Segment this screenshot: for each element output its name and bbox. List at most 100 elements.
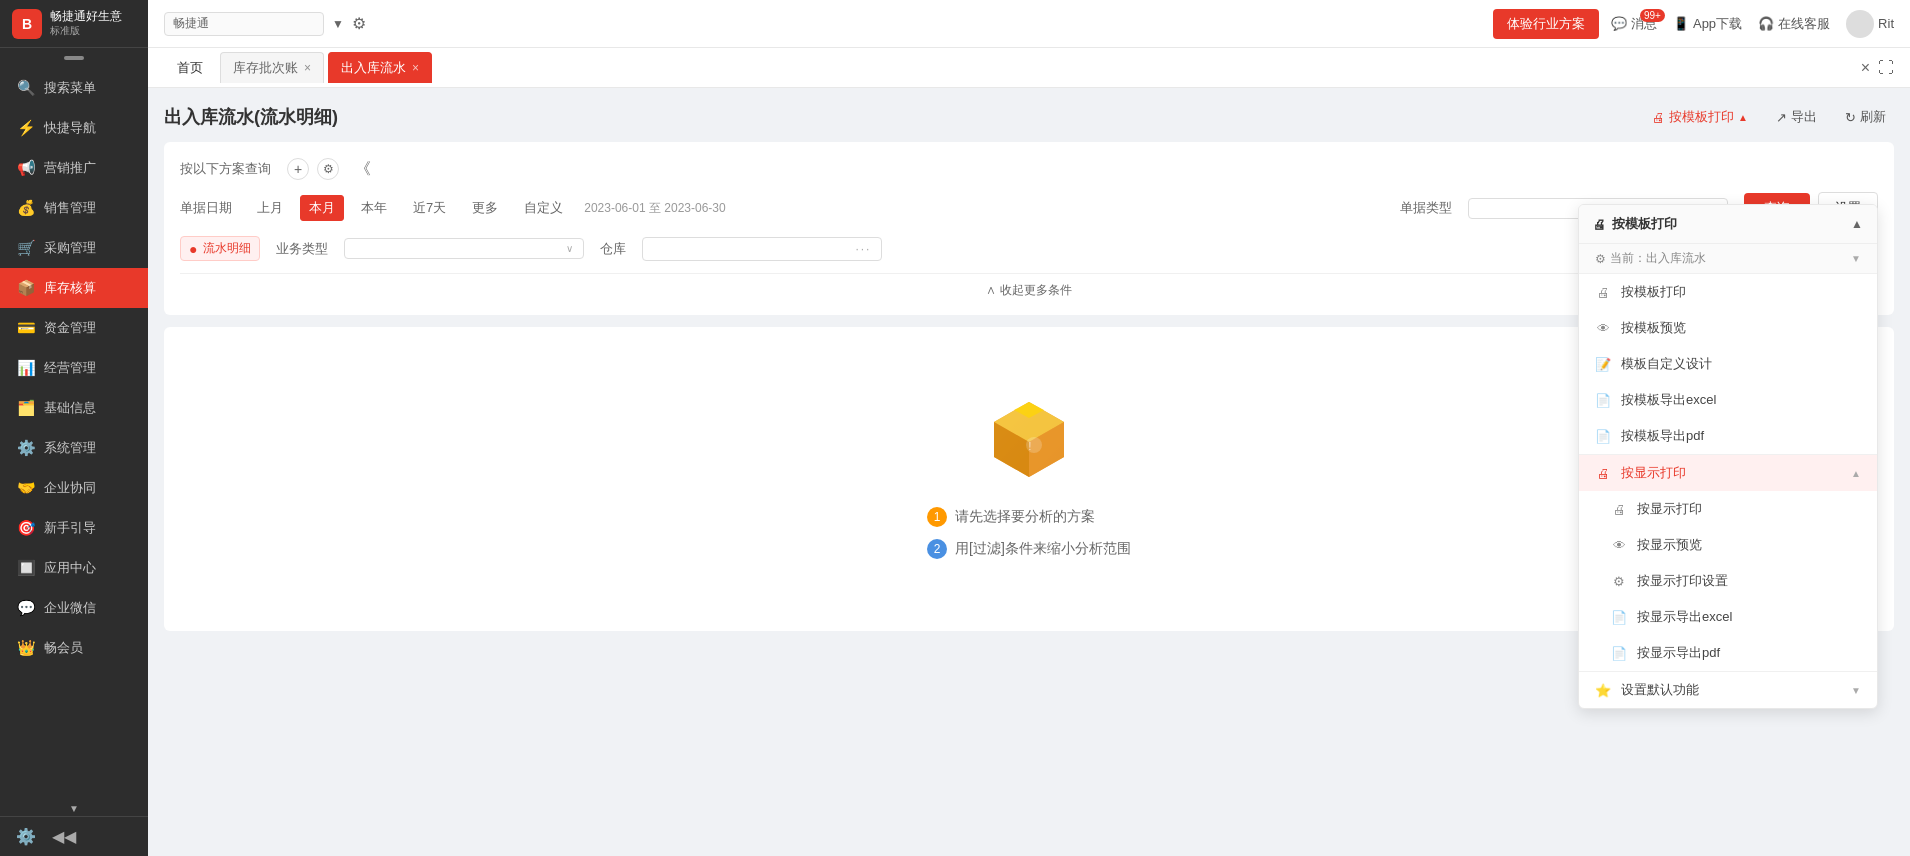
export-action[interactable]: ↗ 导出 [1768, 104, 1825, 130]
tab-batch[interactable]: 库存批次账 × [220, 52, 324, 83]
refresh-action[interactable]: ↻ 刷新 [1837, 104, 1894, 130]
search-icon: 🔍 [16, 78, 36, 98]
header-gear-icon[interactable]: ⚙ [352, 14, 366, 33]
breadcrumb-dropdown-icon[interactable]: ▼ [332, 17, 344, 31]
inventory-icon: 📦 [16, 278, 36, 298]
template-print-label: 按模板打印 [1621, 283, 1861, 301]
tab-flow[interactable]: 出入库流水 × [328, 52, 432, 83]
tab-home[interactable]: 首页 [164, 52, 216, 83]
sidebar-item-system-label: 系统管理 [44, 439, 96, 457]
sidebar-item-marketing[interactable]: 📢 营销推广 [0, 148, 148, 188]
sidebar-item-system[interactable]: ⚙️ 系统管理 [0, 428, 148, 468]
collapse-sidebar-icon[interactable]: ◀◀ [52, 827, 76, 846]
date-btn-7days[interactable]: 近7天 [404, 195, 455, 221]
tab-close-all-icon[interactable]: × [1861, 59, 1870, 77]
sidebar-item-apps[interactable]: 🔲 应用中心 [0, 548, 148, 588]
display-pdf-label: 按显示导出pdf [1637, 644, 1861, 662]
template-custom-icon: 📝 [1595, 356, 1611, 372]
print-template-label: 按模板打印 [1669, 108, 1734, 126]
dropdown-item-template-print[interactable]: 🖨 按模板打印 [1579, 274, 1877, 310]
message-action[interactable]: 💬 消息 99+ [1611, 15, 1657, 33]
dropdown-item-display-excel[interactable]: 📄 按显示导出excel [1579, 599, 1877, 635]
print-template-arrow: ▲ [1738, 112, 1748, 123]
dropdown-panel: 🖨 按模板打印 ▲ ⚙ 当前：出入库流水 ▼ 🖨 按模板打印 [1578, 204, 1878, 709]
settings-bottom-icon[interactable]: ⚙️ [16, 827, 36, 846]
date-btn-thisyear[interactable]: 本年 [352, 195, 396, 221]
date-filter-label: 单据日期 [180, 199, 232, 217]
sidebar-item-partner-label: 企业协同 [44, 479, 96, 497]
set-default-icon: ⭐ [1595, 682, 1611, 698]
sidebar-item-finance-label: 资金管理 [44, 319, 96, 337]
dropdown-item-template-preview[interactable]: 👁 按模板预览 [1579, 310, 1877, 346]
app-download-label: App下载 [1693, 15, 1742, 33]
sidebar-item-partner[interactable]: 🤝 企业协同 [0, 468, 148, 508]
dropdown-collapse-icon[interactable]: ▲ [1851, 217, 1863, 231]
filter-tag-label: 流水明细 [203, 240, 251, 257]
dropdown-item-display-pdf[interactable]: 📄 按显示导出pdf [1579, 635, 1877, 671]
header-left: ▼ ⚙ [164, 12, 1481, 36]
trial-button[interactable]: 体验行业方案 [1493, 9, 1599, 39]
dropdown-item-set-default[interactable]: ⭐ 设置默认功能 ▼ [1579, 672, 1877, 708]
dropdown-item-template-excel[interactable]: 📄 按模板导出excel [1579, 382, 1877, 418]
main-area: ▼ ⚙ 体验行业方案 💬 消息 99+ 📱 App下载 🎧 在线客服 Rit [148, 0, 1910, 856]
display-section-label: 按显示打印 [1621, 464, 1841, 482]
filter-gear-button[interactable]: ⚙ [317, 158, 339, 180]
sidebar-item-member[interactable]: 👑 畅会员 [0, 628, 148, 668]
breadcrumb-input[interactable] [164, 12, 324, 36]
headset-icon: 🎧 [1758, 16, 1774, 31]
mobile-icon: 📱 [1673, 16, 1689, 31]
sidebar-item-wechat[interactable]: 💬 企业微信 [0, 588, 148, 628]
dropdown-item-template-pdf[interactable]: 📄 按模板导出pdf [1579, 418, 1877, 454]
top-header: ▼ ⚙ 体验行业方案 💬 消息 99+ 📱 App下载 🎧 在线客服 Rit [148, 0, 1910, 48]
dropdown-item-template-custom[interactable]: 📝 模板自定义设计 [1579, 346, 1877, 382]
sidebar-item-purchase[interactable]: 🛒 采购管理 [0, 228, 148, 268]
filter-tag: ● 流水明细 [180, 236, 260, 261]
app-download-action[interactable]: 📱 App下载 [1673, 15, 1742, 33]
dropdown-item-display-settings[interactable]: ⚙ 按显示打印设置 [1579, 563, 1877, 599]
sidebar-item-finance[interactable]: 💳 资金管理 [0, 308, 148, 348]
business-type-select[interactable]: ∨ [344, 238, 584, 259]
tab-flow-close[interactable]: × [412, 61, 419, 75]
dropdown-title: 🖨 按模板打印 [1593, 215, 1677, 233]
online-service-action[interactable]: 🎧 在线客服 [1758, 15, 1830, 33]
warehouse-more-icon: ··· [855, 242, 871, 256]
sidebar-item-inventory[interactable]: 📦 库存核算 [0, 268, 148, 308]
date-btn-custom[interactable]: 自定义 [515, 195, 572, 221]
sidebar-item-search[interactable]: 🔍 搜索菜单 [0, 68, 148, 108]
step-num-2: 2 [927, 539, 947, 559]
dropdown-header: 🖨 按模板打印 ▲ [1579, 205, 1877, 244]
sidebar-item-business[interactable]: 📊 经营管理 [0, 348, 148, 388]
set-default-label: 设置默认功能 [1621, 681, 1841, 699]
sidebar-item-sales[interactable]: 💰 销售管理 [0, 188, 148, 228]
sidebar-item-shortcut[interactable]: ⚡ 快捷导航 [0, 108, 148, 148]
date-btn-lastmonth[interactable]: 上月 [248, 195, 292, 221]
display-print-label: 按显示打印 [1637, 500, 1861, 518]
online-service-label: 在线客服 [1778, 15, 1830, 33]
purchase-icon: 🛒 [16, 238, 36, 258]
user-profile[interactable]: Rit [1846, 10, 1894, 38]
dropdown-item-display-preview[interactable]: 👁 按显示预览 [1579, 527, 1877, 563]
filter-add-button[interactable]: + [287, 158, 309, 180]
logo-icon: B [12, 9, 42, 39]
sidebar-item-basic[interactable]: 🗂️ 基础信息 [0, 388, 148, 428]
sidebar-item-search-label: 搜索菜单 [44, 79, 96, 97]
refresh-label: 刷新 [1860, 108, 1886, 126]
print-template-action[interactable]: 🖨 按模板打印 ▲ [1644, 104, 1756, 130]
sidebar-scroll-down[interactable]: ▼ [0, 801, 148, 816]
printer-icon: 🖨 [1652, 110, 1665, 125]
tab-batch-close[interactable]: × [304, 61, 311, 75]
sidebar-item-member-label: 畅会员 [44, 639, 83, 657]
template-custom-label: 模板自定义设计 [1621, 355, 1861, 373]
dropdown-printer-icon: 🖨 [1593, 217, 1606, 232]
tab-home-label: 首页 [177, 59, 203, 77]
dropdown-item-display-section[interactable]: 🖨 按显示打印 ▲ [1579, 455, 1877, 491]
filter-collapse-button[interactable]: 《 [355, 159, 371, 180]
sidebar-item-guide[interactable]: 🎯 新手引导 [0, 508, 148, 548]
date-btn-more[interactable]: 更多 [463, 195, 507, 221]
warehouse-select[interactable]: ··· [642, 237, 882, 261]
date-btn-thismonth[interactable]: 本月 [300, 195, 344, 221]
dropdown-item-display-print[interactable]: 🖨 按显示打印 [1579, 491, 1877, 527]
tab-fullscreen-icon[interactable]: ⛶ [1878, 59, 1894, 77]
refresh-icon: ↻ [1845, 110, 1856, 125]
wechat-icon: 💬 [16, 598, 36, 618]
